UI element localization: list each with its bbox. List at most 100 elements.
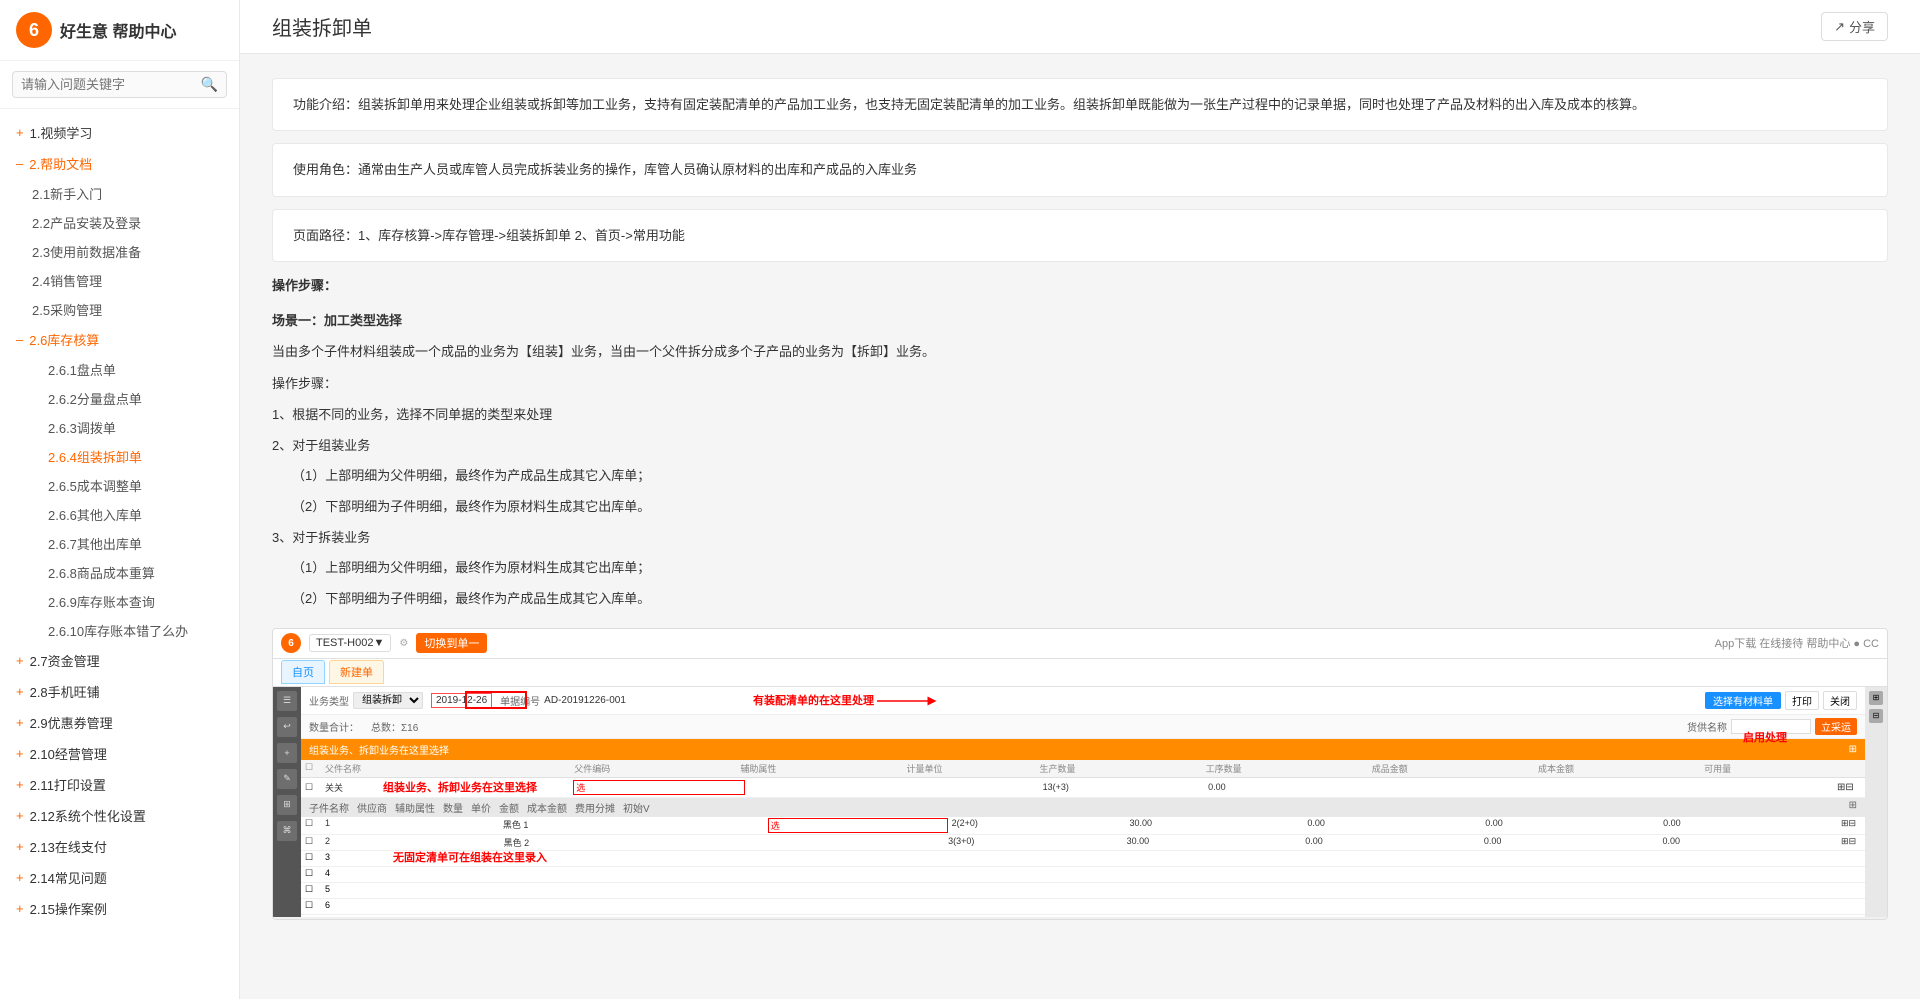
mock-subform: 数量合计： 总数：Σ16 货供名称 立采运 xyxy=(301,715,1865,739)
sidebar-item-system[interactable]: + 2.12系统个性化设置 xyxy=(0,800,239,831)
role-intro-block: 使用角色：通常由生产人员或库管人员完成拆装业务的操作，库管人员确认原材料的出库和… xyxy=(272,143,1888,196)
scene1-title: 场景一：加工类型选择 xyxy=(272,309,1888,334)
mock-right-icons: ⊞ ⊟ xyxy=(1865,687,1887,917)
mock-top-icons: App下载 在线接待 帮助中心 ● CC xyxy=(1715,635,1879,651)
sidebar-item-data-prep[interactable]: 2.3使用前数据准备 xyxy=(0,237,239,266)
sidebar-item-other-in[interactable]: 2.6.6其他入库单 xyxy=(0,500,239,529)
page-title: 组装拆卸单 xyxy=(272,12,372,41)
mock-lower-row-2: ☐ 2 黑色 2 3(3+0) 30.00 0.00 0.00 0.00 ⊞⊟ xyxy=(301,835,1865,851)
mock-lower-row-4: ☐ 4 xyxy=(301,867,1865,883)
mock-tab-new[interactable]: 新建单 xyxy=(329,660,384,684)
nav-tree: + 1.视频学习 – 2.帮助文档 2.1新手入门 2.2产品安装及登录 2.3… xyxy=(0,109,239,999)
role-intro-text: 使用角色：通常由生产人员或库管人员完成拆装业务的操作，库管人员确认原材料的出库和… xyxy=(293,162,917,177)
mock-switch-btn[interactable]: 切换到单一 xyxy=(416,633,487,653)
mock-icon-2[interactable]: ↩ xyxy=(277,717,297,737)
mock-confirm-btn[interactable]: 选择有材料单 xyxy=(1705,692,1781,709)
content-area: 功能介绍：组装拆卸单用来处理企业组装或拆卸等加工业务，支持有固定装配清单的产品加… xyxy=(240,54,1920,944)
expand-icon: + xyxy=(16,808,24,823)
mock-field-type: 业务类型 组装拆卸 xyxy=(309,692,423,709)
mock-save-btn[interactable]: 立采运 xyxy=(1815,718,1857,735)
path-intro-text: 页面路径：1、库存核算->库存管理->组装拆卸单 2、首页->常用功能 xyxy=(293,228,685,243)
mock-lower-section-bar: 子件名称 供应商 辅助属性 数量 单价 金额 成本金额 费用分摊 初始V ⊞ xyxy=(301,798,1865,817)
expand-icon: + xyxy=(16,870,24,885)
search-area: 🔍 xyxy=(0,61,239,109)
search-icon[interactable]: 🔍 xyxy=(201,76,218,93)
sidebar-item-cases[interactable]: + 2.15操作案例 xyxy=(0,893,239,924)
sidebar-item-stocktake[interactable]: 2.6.1盘点单 xyxy=(0,355,239,384)
sidebar-item-operation[interactable]: + 2.10经营管理 xyxy=(0,738,239,769)
mock-tabs: 自页 新建单 xyxy=(273,659,1887,687)
step3-1: （1）上部明细为父件明细，最终作为原材料生成其它出库单； xyxy=(272,556,1888,581)
expand-icon: + xyxy=(16,125,24,140)
sidebar-item-newbie[interactable]: 2.1新手入门 xyxy=(0,179,239,208)
sidebar-item-capital[interactable]: + 2.7资金管理 xyxy=(0,645,239,676)
type-select[interactable]: 组装拆卸 xyxy=(353,692,423,709)
sidebar-item-purchase[interactable]: 2.5采购管理 xyxy=(0,295,239,324)
sidebar-item-adjust[interactable]: 2.6.3调拨单 xyxy=(0,413,239,442)
logo-text: 好生意 帮助中心 xyxy=(60,18,176,42)
sidebar-item-video[interactable]: + 1.视频学习 xyxy=(0,117,239,148)
mock-print-btn[interactable]: 打印 xyxy=(1785,691,1819,710)
sidebar-item-coupon[interactable]: + 2.9优惠券管理 xyxy=(0,707,239,738)
expand-icon: + xyxy=(16,901,24,916)
sidebar-item-online-pay[interactable]: + 2.13在线支付 xyxy=(0,831,239,862)
search-box[interactable]: 🔍 xyxy=(12,71,227,98)
search-input[interactable] xyxy=(21,77,201,92)
func-intro-text: 功能介绍：组装拆卸单用来处理企业组装或拆卸等加工业务，支持有固定装配清单的产品加… xyxy=(293,97,1645,112)
mock-warehouse-input[interactable] xyxy=(1731,719,1811,734)
mock-icon-3[interactable]: + xyxy=(277,743,297,763)
sidebar-item-inventory[interactable]: – 2.6库存核算 xyxy=(0,324,239,355)
step2-2: （2）下部明细为子件明细，最终作为原材料生成其它出库单。 xyxy=(272,495,1888,520)
collapse-icon: – xyxy=(16,156,23,171)
mock-form-row: 业务类型 组装拆卸 2019-12-26 单据编号 AD-20191226-00 xyxy=(301,687,1865,715)
mock-company-select[interactable]: TEST-H002 ▼ xyxy=(309,634,391,652)
sidebar-item-print[interactable]: + 2.11打印设置 xyxy=(0,769,239,800)
steps-title: 操作步骤： xyxy=(272,274,1888,299)
logo-area: 6 好生意 帮助中心 xyxy=(0,0,239,61)
type-label: 业务类型 xyxy=(309,693,349,708)
mock-right-icon-1[interactable]: ⊞ xyxy=(1869,691,1883,705)
step2: 2、对于组装业务 xyxy=(272,434,1888,459)
mock-lower-section: 子件名称 供应商 辅助属性 数量 单价 金额 成本金额 费用分摊 初始V ⊞ xyxy=(301,798,1865,917)
sidebar-item-faq[interactable]: + 2.14常见问题 xyxy=(0,862,239,893)
mock-lower-row-5: ☐ 5 xyxy=(301,883,1865,899)
mock-right-icon-2[interactable]: ⊟ xyxy=(1869,709,1883,723)
sidebar-item-stock-query[interactable]: 2.6.9库存账本查询 xyxy=(0,587,239,616)
sidebar-item-cost-adjust[interactable]: 2.6.5成本调整单 xyxy=(0,471,239,500)
sidebar-item-install[interactable]: 2.2产品安装及登录 xyxy=(0,208,239,237)
sidebar-item-sales[interactable]: 2.4销售管理 xyxy=(0,266,239,295)
mock-field-code: 单据编号 AD-20191226-001 xyxy=(500,693,626,708)
mock-tab-home[interactable]: 自页 xyxy=(281,660,325,684)
func-intro-block: 功能介绍：组装拆卸单用来处理企业组装或拆卸等加工业务，支持有固定装配清单的产品加… xyxy=(272,78,1888,131)
mock-icon-1[interactable]: ☰ xyxy=(277,691,297,711)
expand-icon: + xyxy=(16,715,24,730)
expand-icon: + xyxy=(16,839,24,854)
sidebar-item-mobile[interactable]: + 2.8手机旺铺 xyxy=(0,676,239,707)
sidebar-item-cost-calc[interactable]: 2.6.8商品成本重算 xyxy=(0,558,239,587)
screenshot-mock: 6 TEST-H002 ▼ ⚙ 切换到单一 App下载 在线接待 帮助中心 ● … xyxy=(273,629,1887,919)
mock-lower-row-3: ☐ 3 xyxy=(301,851,1865,867)
share-button[interactable]: ↗ 分享 xyxy=(1821,12,1888,41)
mock-lower-row-7: ☐ 7 xyxy=(301,915,1865,917)
header-bar: 组装拆卸单 ↗ 分享 xyxy=(240,0,1920,54)
sidebar-item-split-stocktake[interactable]: 2.6.2分量盘点单 xyxy=(0,384,239,413)
sidebar-item-stock-wrong[interactable]: 2.6.10库存账本错了么办 xyxy=(0,616,239,645)
mock-lower-row-6: ☐ 6 xyxy=(301,899,1865,915)
step1: 1、根据不同的业务，选择不同单据的类型来处理 xyxy=(272,403,1888,428)
sidebar-item-assembly[interactable]: 2.6.4组装拆卸单 xyxy=(0,442,239,471)
logo-icon: 6 xyxy=(16,12,52,48)
mock-icon-5[interactable]: ⊞ xyxy=(277,795,297,815)
mock-icon-6[interactable]: ⌘ xyxy=(277,821,297,841)
collapse-icon-inventory: – xyxy=(16,332,23,347)
sidebar-item-other-out[interactable]: 2.6.7其他出库单 xyxy=(0,529,239,558)
mock-icon-4[interactable]: ✎ xyxy=(277,769,297,789)
mock-topbar: 6 TEST-H002 ▼ ⚙ 切换到单一 App下载 在线接待 帮助中心 ● … xyxy=(273,629,1887,659)
mock-close-btn[interactable]: 关闭 xyxy=(1823,691,1857,710)
share-icon: ↗ xyxy=(1834,19,1845,35)
step3: 3、对于拆装业务 xyxy=(272,526,1888,551)
main-content: 组装拆卸单 ↗ 分享 功能介绍：组装拆卸单用来处理企业组装或拆卸等加工业务，支持… xyxy=(240,0,1920,999)
mock-logo: 6 xyxy=(281,633,301,653)
sidebar-item-docs[interactable]: – 2.帮助文档 xyxy=(0,148,239,179)
mock-left-icons: ☰ ↩ + ✎ ⊞ ⌘ xyxy=(273,687,301,917)
date-value: 2019-12-26 xyxy=(431,693,492,708)
